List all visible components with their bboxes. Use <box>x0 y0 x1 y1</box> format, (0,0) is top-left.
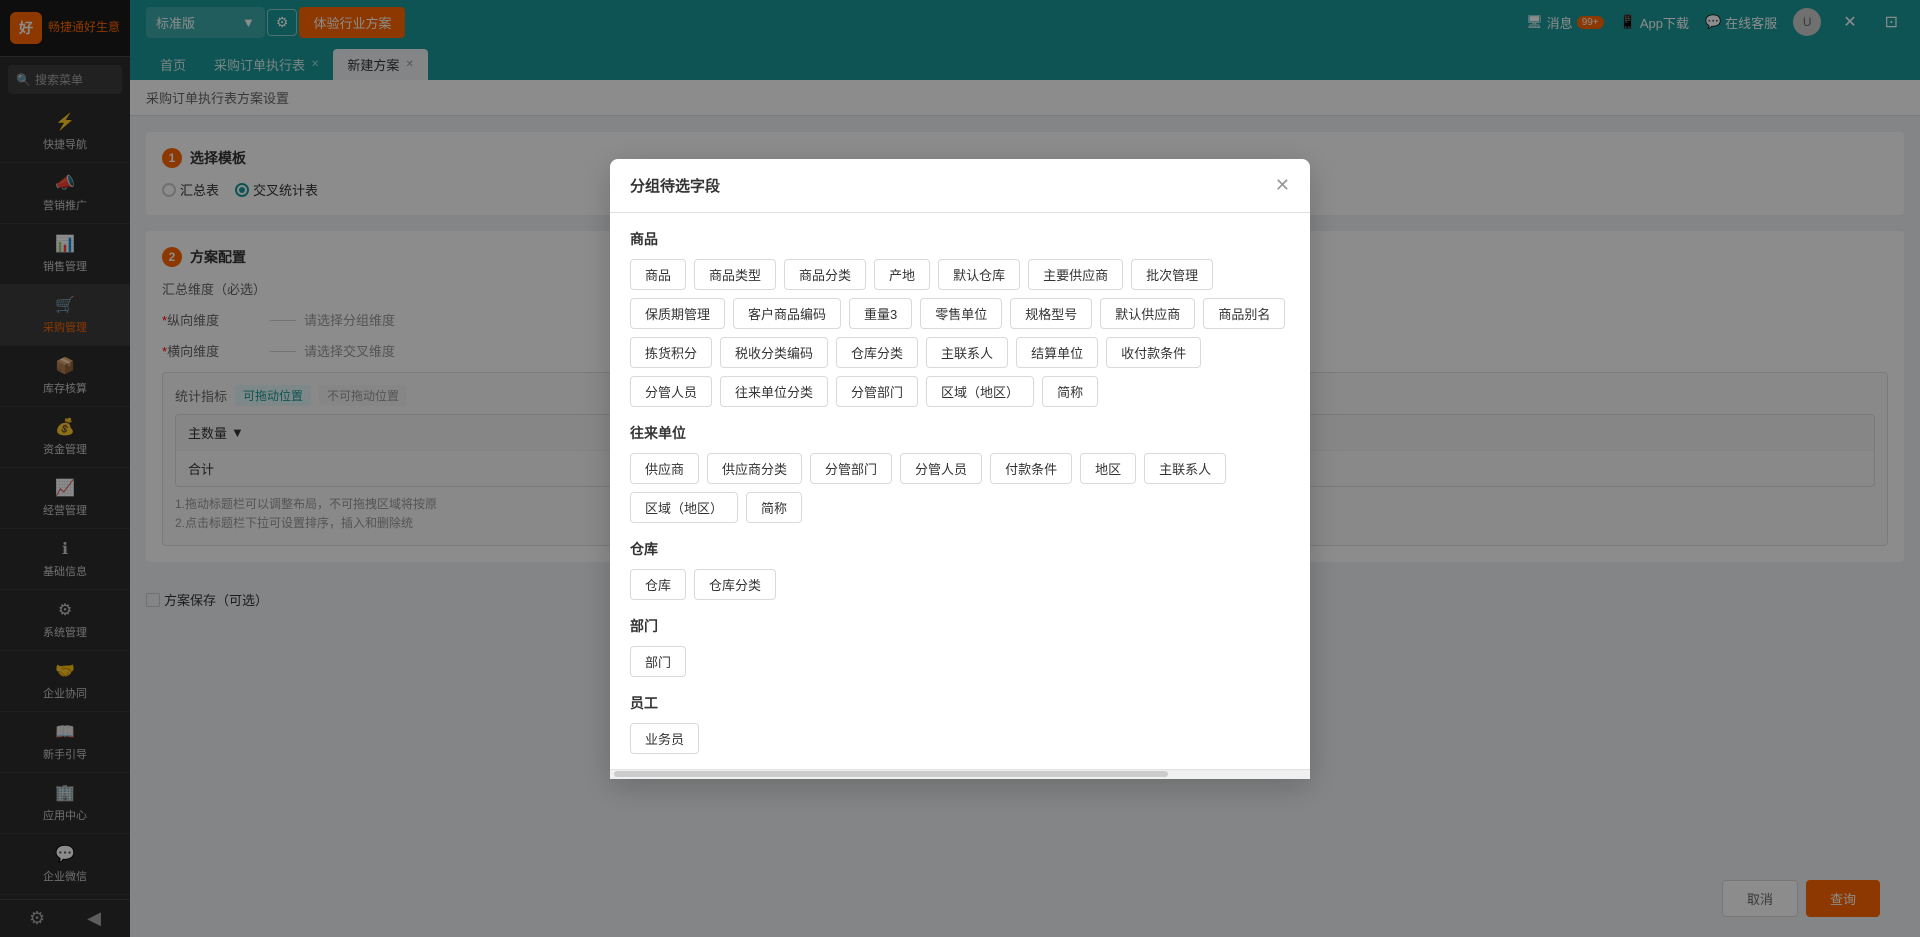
field-tag[interactable]: 简称 <box>1042 376 1098 407</box>
field-tag[interactable]: 商品别名 <box>1203 298 1285 329</box>
modal-dialog: 分组待选字段 ✕ 商品 商品 商品类型 商品分类 产地 默认仓库 主要供应商 批… <box>610 159 1310 779</box>
field-tag[interactable]: 仓库分类 <box>694 569 776 600</box>
field-tag[interactable]: 产地 <box>874 259 930 290</box>
section-title-staff: 员工 <box>630 693 1290 713</box>
field-tag[interactable]: 简称 <box>746 492 802 523</box>
section-title-dept: 部门 <box>630 616 1290 636</box>
field-tag[interactable]: 主联系人 <box>1144 453 1226 484</box>
section-title-product: 商品 <box>630 229 1290 249</box>
field-tag[interactable]: 供应商 <box>630 453 699 484</box>
field-tag[interactable]: 部门 <box>630 646 686 677</box>
field-tag[interactable]: 区域（地区） <box>630 492 738 523</box>
field-tag[interactable]: 分管人员 <box>630 376 712 407</box>
modal-header: 分组待选字段 ✕ <box>610 159 1310 213</box>
field-tag[interactable]: 往来单位分类 <box>720 376 828 407</box>
field-tag[interactable]: 仓库分类 <box>836 337 918 368</box>
field-tag[interactable]: 地区 <box>1080 453 1136 484</box>
modal-body: 商品 商品 商品类型 商品分类 产地 默认仓库 主要供应商 批次管理 保质期管理… <box>610 213 1310 769</box>
scrollbar-thumb <box>614 771 1168 777</box>
section-title-partner: 往来单位 <box>630 423 1290 443</box>
section-title-warehouse: 仓库 <box>630 539 1290 559</box>
field-tag[interactable]: 商品类型 <box>694 259 776 290</box>
field-tag[interactable]: 默认仓库 <box>938 259 1020 290</box>
field-tag[interactable]: 收付款条件 <box>1106 337 1201 368</box>
field-tag[interactable]: 主要供应商 <box>1028 259 1123 290</box>
field-tag[interactable]: 规格型号 <box>1010 298 1092 329</box>
field-tag[interactable]: 分管部门 <box>810 453 892 484</box>
field-tag[interactable]: 供应商分类 <box>707 453 802 484</box>
modal-horizontal-scrollbar[interactable] <box>610 769 1310 779</box>
product-fields: 商品 商品类型 商品分类 产地 默认仓库 主要供应商 批次管理 保质期管理 客户… <box>630 259 1290 407</box>
field-tag[interactable]: 拣货积分 <box>630 337 712 368</box>
partner-fields: 供应商 供应商分类 分管部门 分管人员 付款条件 地区 主联系人 区域（地区） … <box>630 453 1290 523</box>
dept-fields: 部门 <box>630 646 1290 677</box>
modal-overlay[interactable]: 分组待选字段 ✕ 商品 商品 商品类型 商品分类 产地 默认仓库 主要供应商 批… <box>0 0 1920 937</box>
field-tag[interactable]: 仓库 <box>630 569 686 600</box>
field-tag[interactable]: 分管人员 <box>900 453 982 484</box>
staff-fields: 业务员 <box>630 723 1290 754</box>
field-tag[interactable]: 零售单位 <box>920 298 1002 329</box>
field-tag[interactable]: 客户商品编码 <box>733 298 841 329</box>
field-tag[interactable]: 区域（地区） <box>926 376 1034 407</box>
field-tag[interactable]: 业务员 <box>630 723 699 754</box>
field-tag[interactable]: 主联系人 <box>926 337 1008 368</box>
field-tag[interactable]: 批次管理 <box>1131 259 1213 290</box>
modal-title: 分组待选字段 <box>630 175 720 196</box>
field-tag[interactable]: 结算单位 <box>1016 337 1098 368</box>
field-tag[interactable]: 付款条件 <box>990 453 1072 484</box>
field-tag[interactable]: 保质期管理 <box>630 298 725 329</box>
field-tag[interactable]: 商品分类 <box>784 259 866 290</box>
field-tag[interactable]: 默认供应商 <box>1100 298 1195 329</box>
field-tag[interactable]: 商品 <box>630 259 686 290</box>
field-tag[interactable]: 重量3 <box>849 298 912 329</box>
field-tag[interactable]: 分管部门 <box>836 376 918 407</box>
warehouse-fields: 仓库 仓库分类 <box>630 569 1290 600</box>
field-tag[interactable]: 税收分类编码 <box>720 337 828 368</box>
modal-close-button[interactable]: ✕ <box>1275 175 1290 196</box>
